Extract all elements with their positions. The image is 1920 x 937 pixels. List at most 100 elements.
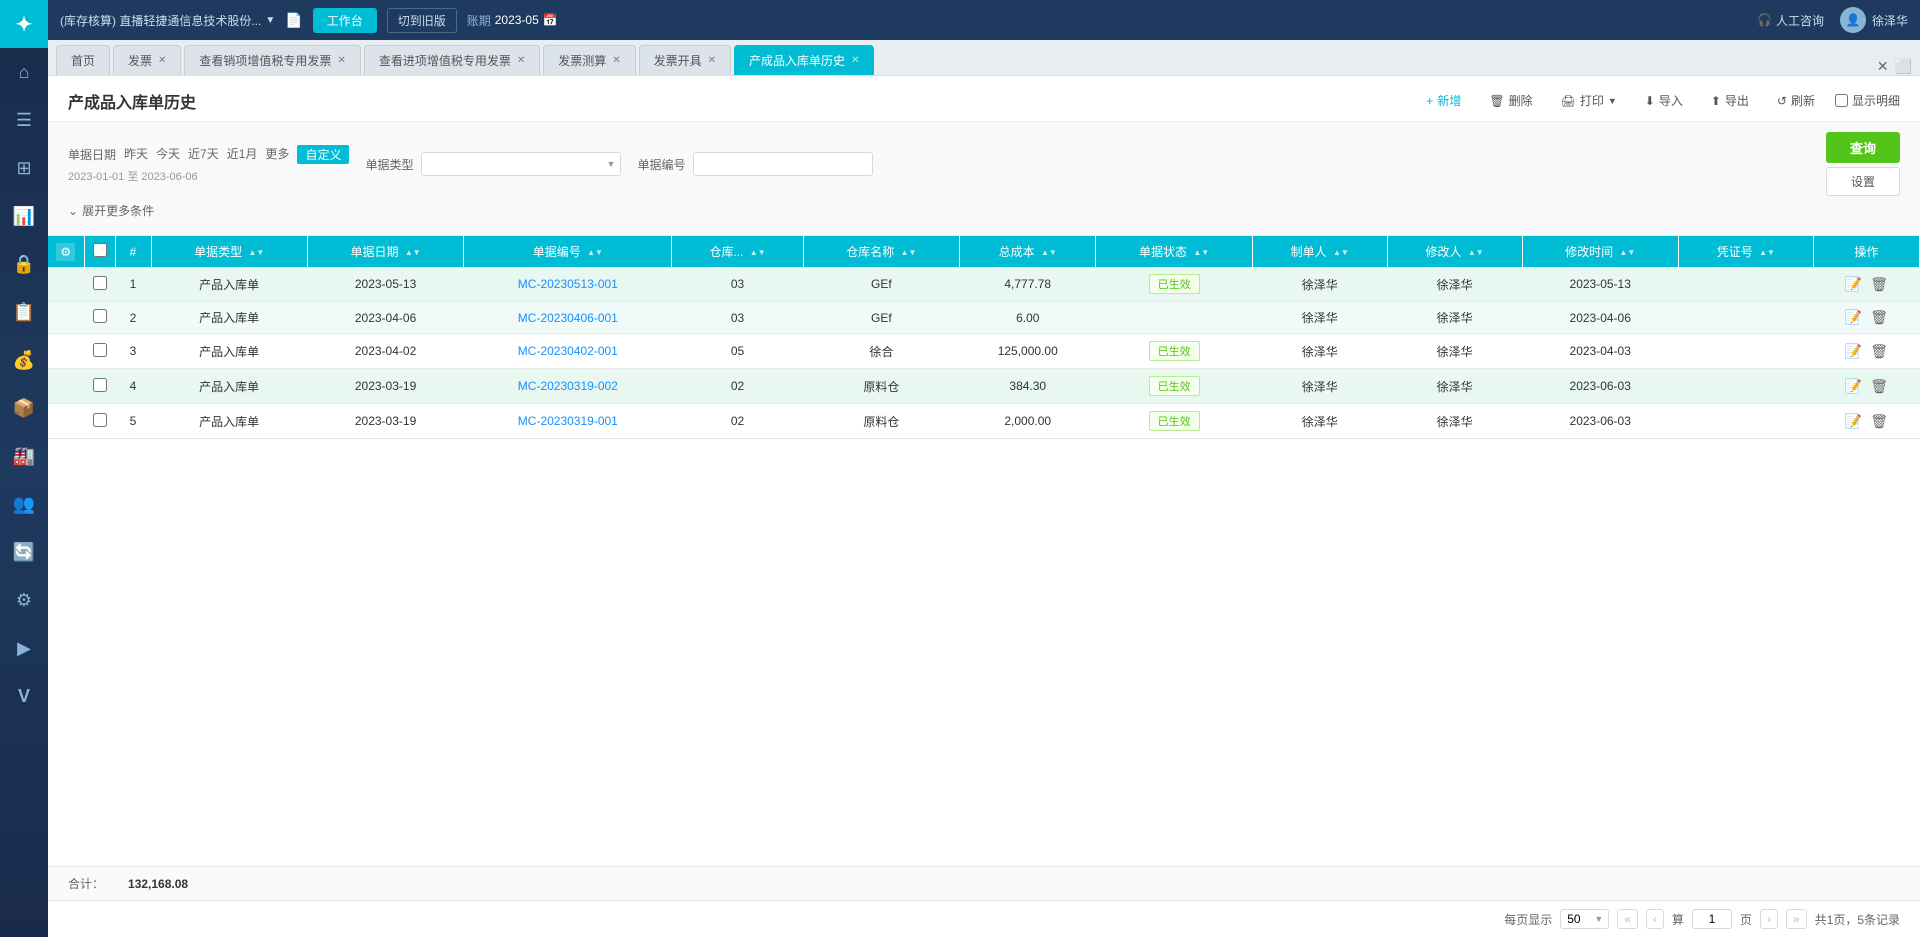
import-button[interactable]: ⬇ 导入 [1637, 88, 1691, 113]
export-button[interactable]: ⬆ 导出 [1703, 88, 1757, 113]
col-modify-time[interactable]: 修改时间 ▲▼ [1522, 236, 1678, 267]
sidebar-item-refresh[interactable]: 🔄 [0, 528, 48, 576]
table-row: 3 产品入库单 2023-04-02 MC-20230402-001 05 徐合… [48, 334, 1920, 369]
delete-row-icon[interactable]: 🗑 [1870, 343, 1888, 360]
tab-purchase-vat[interactable]: 查看进项增值税专用发票 ✕ [364, 45, 540, 75]
number-input[interactable] [693, 152, 873, 176]
row-number-cell[interactable]: MC-20230319-002 [464, 369, 672, 404]
tab-sales-vat[interactable]: 查看销项增值税专用发票 ✕ [184, 45, 360, 75]
expand-filter-btn[interactable]: ⌄ 展开更多条件 [68, 196, 1900, 225]
switch-version-button[interactable]: 切到旧版 [387, 8, 457, 33]
col-type[interactable]: 单据类型 ▲▼ [151, 236, 307, 267]
next-page-btn[interactable]: › [1760, 909, 1778, 929]
sidebar-item-grid[interactable]: ⊞ [0, 144, 48, 192]
type-filter-label: 单据类型 [365, 156, 413, 173]
col-status[interactable]: 单据状态 ▲▼ [1096, 236, 1252, 267]
tab-open-close[interactable]: ✕ [708, 55, 716, 66]
row-checkbox[interactable] [93, 276, 107, 290]
month-link[interactable]: 近1月 [227, 145, 258, 164]
per-page-select[interactable]: 20 50 100 [1560, 909, 1609, 929]
query-button[interactable]: 查询 [1826, 132, 1900, 163]
workbench-button[interactable]: 工作台 [313, 8, 377, 33]
row-number-cell[interactable]: MC-20230402-001 [464, 334, 672, 369]
sidebar-item-warehouse[interactable]: 📦 [0, 384, 48, 432]
date-range-display: 2023-01-01 至 2023-06-06 [68, 168, 349, 184]
more-link[interactable]: 更多 [265, 145, 289, 164]
sidebar-item-play[interactable]: ▶ [0, 624, 48, 672]
col-warehouse-name[interactable]: 仓库名称 ▲▼ [803, 236, 959, 267]
sidebar-item-menu[interactable]: ☰ [0, 96, 48, 144]
edit-icon[interactable]: 📝 [1845, 378, 1862, 395]
row-number-cell[interactable]: MC-20230406-001 [464, 302, 672, 334]
chevron-down-icon: ▼ [265, 15, 275, 26]
action-icons: 📝 🗑 [1821, 276, 1911, 293]
tab-calc-close[interactable]: ✕ [612, 55, 620, 66]
row-checkbox[interactable] [93, 343, 107, 357]
row-checkbox[interactable] [93, 413, 107, 427]
column-settings-icon[interactable]: ⚙ [56, 243, 75, 261]
row-number-cell[interactable]: MC-20230513-001 [464, 267, 672, 302]
edit-icon[interactable]: 📝 [1845, 276, 1862, 293]
week-link[interactable]: 近7天 [188, 145, 219, 164]
custom-date-link[interactable]: 自定义 [297, 145, 349, 164]
yesterday-link[interactable]: 昨天 [124, 145, 148, 164]
tab-invoice-close[interactable]: ✕ [158, 55, 166, 66]
sidebar-item-lock[interactable]: 🔒 [0, 240, 48, 288]
tab-open[interactable]: 发票开具 ✕ [639, 45, 731, 75]
show-detail-checkbox[interactable] [1835, 94, 1848, 107]
delete-row-icon[interactable]: 🗑 [1870, 276, 1888, 293]
tab-close-all[interactable]: ✕ [1877, 58, 1889, 75]
tab-maximize[interactable]: ⬜ [1895, 58, 1912, 75]
col-warehouse-code[interactable]: 仓库... ▲▼ [672, 236, 803, 267]
first-page-btn[interactable]: « [1617, 909, 1638, 929]
row-num-cell: 3 [115, 334, 151, 369]
today-link[interactable]: 今天 [156, 145, 180, 164]
setting-button[interactable]: 设置 [1826, 167, 1900, 196]
row-checkbox[interactable] [93, 309, 107, 323]
delete-row-icon[interactable]: 🗑 [1870, 378, 1888, 395]
sidebar-item-people[interactable]: 👥 [0, 480, 48, 528]
tab-home[interactable]: 首页 [56, 45, 110, 75]
edit-icon[interactable]: 📝 [1845, 343, 1862, 360]
calendar-icon[interactable]: 📅 [543, 13, 558, 27]
prev-page-btn[interactable]: ‹ [1646, 909, 1664, 929]
row-checkbox[interactable] [93, 378, 107, 392]
user-info[interactable]: 👤 徐泽华 [1840, 7, 1908, 33]
sidebar-item-clipboard[interactable]: 📋 [0, 288, 48, 336]
type-select[interactable]: 产品入库单 [421, 152, 621, 176]
tab-purchase-vat-close[interactable]: ✕ [517, 55, 525, 66]
col-number[interactable]: 单据编号 ▲▼ [464, 236, 672, 267]
new-button[interactable]: + 新增 [1418, 88, 1469, 113]
delete-row-icon[interactable]: 🗑 [1870, 413, 1888, 430]
show-detail-toggle[interactable]: 显示明细 [1835, 92, 1900, 109]
tab-calc[interactable]: 发票测算 ✕ [543, 45, 635, 75]
delete-row-icon[interactable]: 🗑 [1870, 309, 1888, 326]
sidebar-item-settings[interactable]: ⚙ [0, 576, 48, 624]
col-voucher[interactable]: 凭证号 ▲▼ [1678, 236, 1813, 267]
col-settings[interactable]: ⚙ [48, 236, 84, 267]
last-page-btn[interactable]: » [1786, 909, 1807, 929]
select-all-checkbox[interactable] [93, 243, 107, 257]
col-total-cost[interactable]: 总成本 ▲▼ [960, 236, 1096, 267]
col-date[interactable]: 单据日期 ▲▼ [307, 236, 463, 267]
col-creator[interactable]: 制单人 ▲▼ [1252, 236, 1387, 267]
delete-button[interactable]: 🗑 删除 [1481, 88, 1540, 113]
sidebar-item-finance[interactable]: 💰 [0, 336, 48, 384]
sidebar-item-chart[interactable]: 📊 [0, 192, 48, 240]
edit-icon[interactable]: 📝 [1845, 413, 1862, 430]
sidebar-item-production[interactable]: 🏭 [0, 432, 48, 480]
tab-product-history-close[interactable]: ✕ [851, 55, 859, 66]
edit-icon[interactable]: 📝 [1845, 309, 1862, 326]
sidebar-item-home[interactable]: ⌂ [0, 48, 48, 96]
sidebar-item-version[interactable]: V [0, 672, 48, 720]
page-input[interactable] [1692, 909, 1732, 929]
support-link[interactable]: 🎧 人工咨询 [1757, 12, 1824, 29]
row-creator-cell: 徐泽华 [1252, 302, 1387, 334]
tab-sales-vat-close[interactable]: ✕ [337, 55, 345, 66]
refresh-button[interactable]: ↺ 刷新 [1769, 88, 1823, 113]
col-modifier[interactable]: 修改人 ▲▼ [1387, 236, 1522, 267]
tab-invoice[interactable]: 发票 ✕ [113, 45, 181, 75]
print-button[interactable]: 🖨 打印 ▼ [1553, 88, 1625, 113]
row-number-cell[interactable]: MC-20230319-001 [464, 404, 672, 439]
tab-product-history[interactable]: 产成品入库单历史 ✕ [734, 45, 874, 75]
